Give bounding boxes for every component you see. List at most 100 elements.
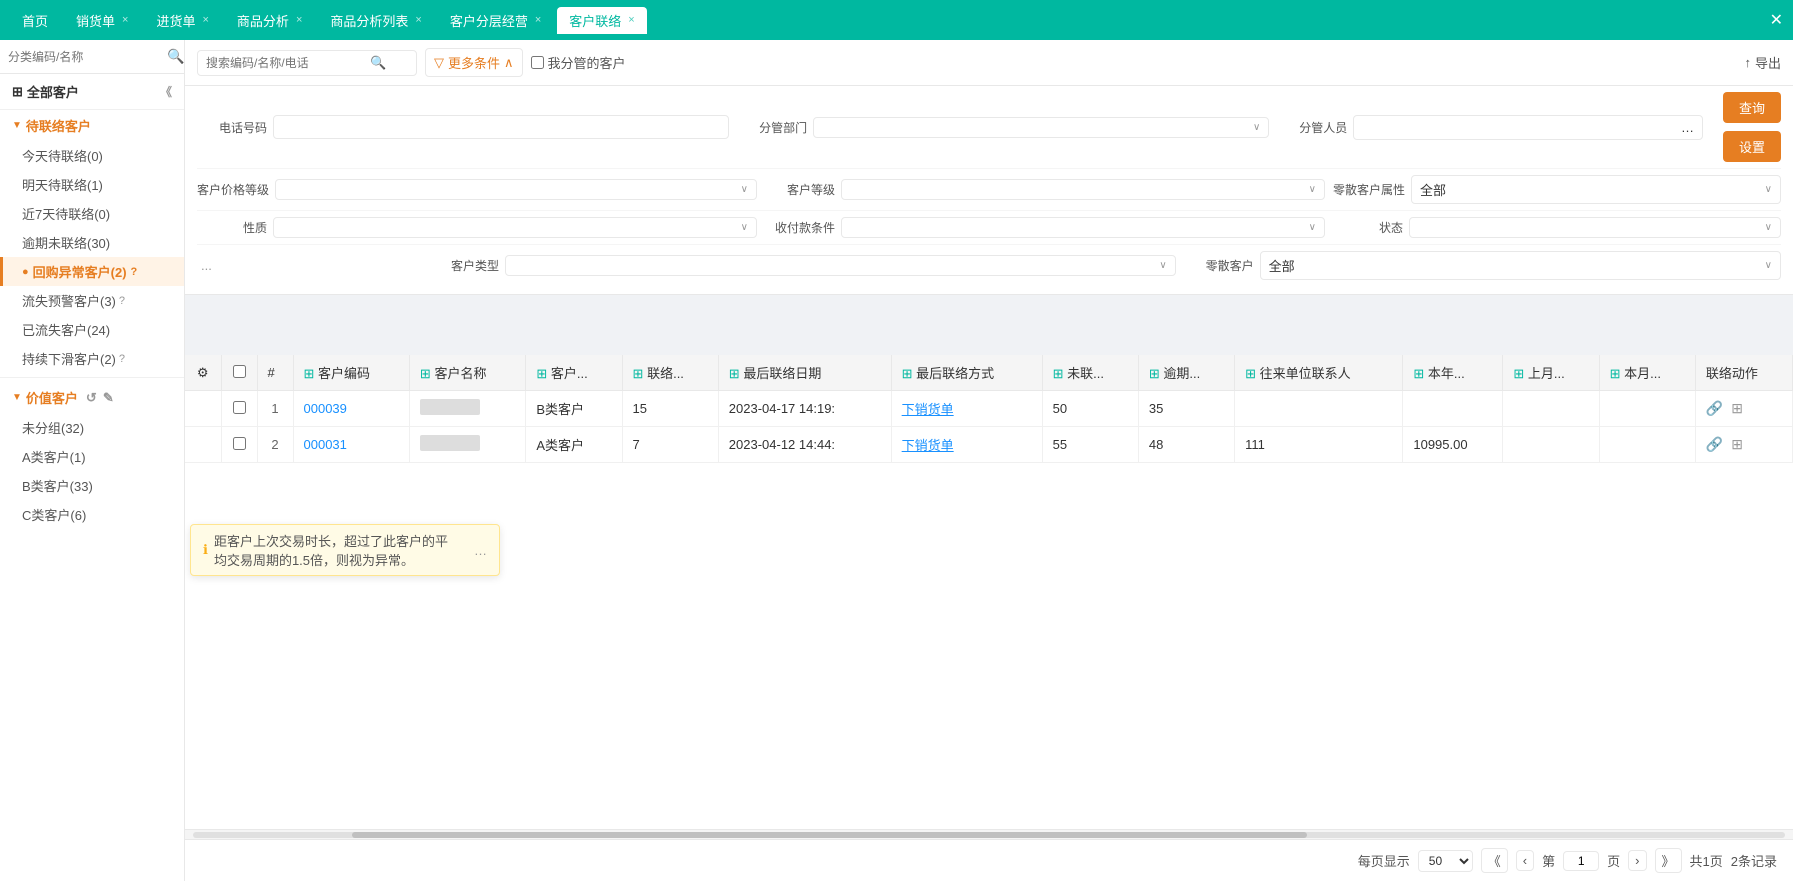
row2-code[interactable]: 000031 <box>293 427 409 463</box>
row1-grid-action-icon[interactable]: ⊞ <box>1731 400 1743 417</box>
close-customer-contact-tab[interactable]: × <box>628 14 634 26</box>
search-input[interactable] <box>206 56 366 70</box>
status-down-icon: ∨ <box>1765 222 1772 233</box>
row2-grid-action-icon[interactable]: ⊞ <box>1731 436 1743 453</box>
sidebar-item-tomorrow[interactable]: 明天待联络(1) <box>0 170 184 199</box>
sidebar-search-icon[interactable]: 🔍 <box>167 48 184 65</box>
search-input-wrap: 🔍 <box>197 50 417 76</box>
sidebar-item-class-b[interactable]: B类客户(33) <box>0 471 184 500</box>
filter-retail-attr-cell: 零散客户属性 全部 ∨ <box>1333 175 1781 204</box>
nav-item-home[interactable]: 首页 <box>10 7 60 34</box>
col-code-header[interactable]: ⊞ 客户编码 <box>293 355 409 391</box>
edit-icon[interactable]: ✎ <box>103 390 114 406</box>
close-analysis-list-tab[interactable]: × <box>415 14 421 26</box>
col-contact-header[interactable]: ⊞ 联络... <box>622 355 718 391</box>
sidebar-group-value-customers[interactable]: ▼ 价值客户 ↺ ✎ <box>0 382 184 413</box>
settings-button[interactable]: 设置 <box>1723 131 1781 162</box>
my-customers-checkbox[interactable] <box>531 56 544 69</box>
row2-last-contact-method[interactable]: 下销货单 <box>891 427 1042 463</box>
status-select[interactable]: ∨ <box>1409 217 1781 238</box>
customer-tier-select[interactable]: ∨ <box>841 179 1325 200</box>
payment-select[interactable]: ∨ <box>841 217 1325 238</box>
person-select[interactable]: … <box>1353 115 1703 140</box>
nav-item-customer-contact[interactable]: 客户联络 × <box>557 7 646 34</box>
retail-attr-select[interactable]: 全部 ∨ <box>1411 175 1781 204</box>
dept-select[interactable]: ∨ <box>813 117 1269 138</box>
sort-icon-last-month: ⊞ <box>1513 366 1524 381</box>
nav-item-analysis[interactable]: 商品分析 × <box>225 7 314 34</box>
sidebar-item-unclassified[interactable]: 未分组(32) <box>0 413 184 442</box>
customer-type-select[interactable]: ∨ <box>505 255 1176 276</box>
sidebar-search-wrap: 🔍 <box>0 40 184 74</box>
info-icon: ● <box>22 266 29 278</box>
row1-last-contact-method[interactable]: 下销货单 <box>891 391 1042 427</box>
row2-link-action-icon[interactable]: 🔗 <box>1706 436 1723 453</box>
col-name-header[interactable]: ⊞ 客户名称 <box>409 355 525 391</box>
prev-page-btn[interactable]: ‹ <box>1516 850 1534 871</box>
sidebar-item-lost[interactable]: 已流失客户(24) <box>0 315 184 344</box>
sidebar-item-class-c[interactable]: C类客户(6) <box>0 500 184 529</box>
row1-last-month <box>1503 391 1599 427</box>
more-conditions-btn[interactable]: ▽ 更多条件 ∧ <box>425 48 523 77</box>
close-sales-tab[interactable]: × <box>122 14 128 26</box>
sidebar-item-near7days[interactable]: 近7天待联络(0) <box>0 199 184 228</box>
sort-icon-this-month: ⊞ <box>1610 366 1621 381</box>
last-page-btn[interactable]: 》 <box>1655 848 1682 873</box>
refresh-icon[interactable]: ↺ <box>86 390 97 406</box>
sidebar-group-pending[interactable]: ▼ 待联络客户 <box>0 110 184 141</box>
sidebar-item-class-a[interactable]: A类客户(1) <box>0 442 184 471</box>
sidebar-item-declining[interactable]: 持续下滑客户(2) ? <box>0 344 184 373</box>
per-page-select[interactable]: 50 100 <box>1418 850 1473 872</box>
row1-checkbox[interactable] <box>233 401 246 414</box>
row2-category: A类客户 <box>526 427 622 463</box>
col-this-month-header[interactable]: ⊞ 本月... <box>1599 355 1695 391</box>
col-category-header[interactable]: ⊞ 客户... <box>526 355 622 391</box>
col-this-year-header[interactable]: ⊞ 本年... <box>1403 355 1503 391</box>
col-contacts-header[interactable]: ⊞ 往来单位联系人 <box>1235 355 1403 391</box>
phone-input[interactable] <box>273 115 729 139</box>
close-customer-tier-tab[interactable]: × <box>535 14 541 26</box>
row1-this-year <box>1403 391 1503 427</box>
col-last-month-header[interactable]: ⊞ 上月... <box>1503 355 1599 391</box>
col-uncontacted-header[interactable]: ⊞ 未联... <box>1042 355 1138 391</box>
export-btn[interactable]: ↑ 导出 <box>1744 53 1781 72</box>
sidebar-collapse-icon[interactable]: 《 <box>160 83 172 100</box>
row2-this-year: 10995.00 <box>1403 427 1503 463</box>
page-input[interactable] <box>1563 851 1599 871</box>
row1-code[interactable]: 000039 <box>293 391 409 427</box>
sidebar-item-today[interactable]: 今天待联络(0) <box>0 141 184 170</box>
col-overdue-header[interactable]: ⊞ 逾期... <box>1138 355 1234 391</box>
col-settings[interactable]: ⚙ <box>185 355 221 391</box>
sidebar-item-repurchase-abnormal[interactable]: ● 回购异常客户(2) ? <box>3 257 184 286</box>
settings-icon[interactable]: ⚙ <box>197 365 209 380</box>
search-icon[interactable]: 🔍 <box>370 55 386 71</box>
select-all-checkbox[interactable] <box>233 365 246 378</box>
next-page-btn[interactable]: › <box>1628 850 1646 871</box>
row2-last-month <box>1503 427 1599 463</box>
sidebar-item-lost-pre[interactable]: 流失预警客户(3) ? <box>0 286 184 315</box>
customer-table: ⚙ # ⊞ 客户编码 ⊞ 客户名称 <box>185 355 1793 463</box>
col-last-contact-method-header[interactable]: ⊞ 最后联络方式 <box>891 355 1042 391</box>
close-purchase-tab[interactable]: × <box>202 14 208 26</box>
sidebar-search-input[interactable] <box>8 50 163 64</box>
sidebar-item-overdue[interactable]: 逾期未联络(30) <box>0 228 184 257</box>
filter-price-tier-cell: 客户价格等级 ∨ <box>197 179 757 200</box>
filter-phone-cell: 电话号码 <box>197 115 729 139</box>
retail-customer-select[interactable]: 全部 ∨ <box>1260 251 1781 280</box>
nav-item-sales[interactable]: 销货单 × <box>64 7 140 34</box>
row1-link-action-icon[interactable]: 🔗 <box>1706 400 1723 417</box>
gender-select[interactable]: ∨ <box>273 217 757 238</box>
row2-checkbox[interactable] <box>233 437 246 450</box>
nav-item-customer-tier[interactable]: 客户分层经营 × <box>438 7 553 34</box>
query-button[interactable]: 查询 <box>1723 92 1781 123</box>
window-close-button[interactable]: ✕ <box>1770 10 1783 30</box>
nav-item-purchase[interactable]: 进货单 × <box>144 7 220 34</box>
info-icon-tooltip: ℹ <box>203 542 208 558</box>
price-tier-select[interactable]: ∨ <box>275 179 757 200</box>
col-last-contact-date-header[interactable]: ⊞ 最后联络日期 <box>718 355 891 391</box>
col-num-header: # <box>257 355 293 391</box>
nav-item-analysis-list[interactable]: 商品分析列表 × <box>318 7 433 34</box>
first-page-btn[interactable]: 《 <box>1481 848 1508 873</box>
row1-name <box>409 391 525 427</box>
close-analysis-tab[interactable]: × <box>296 14 302 26</box>
